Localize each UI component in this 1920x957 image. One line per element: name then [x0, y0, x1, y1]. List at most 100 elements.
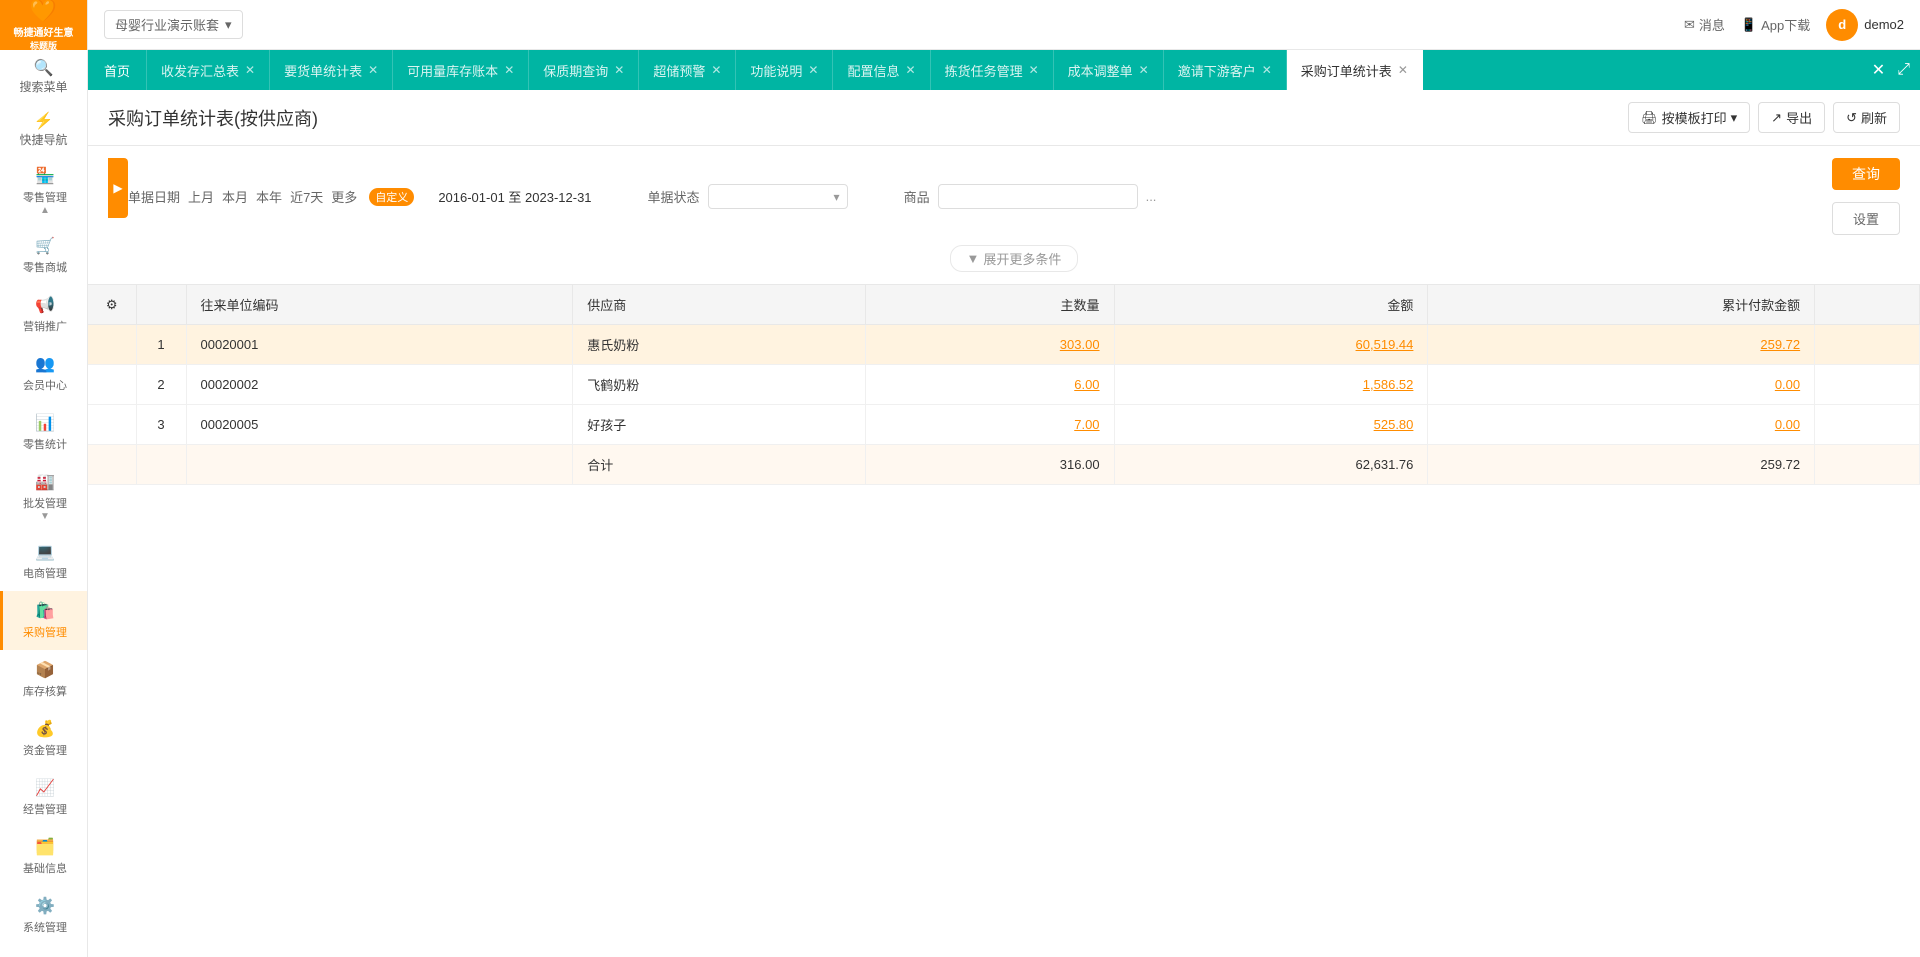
row-paid-link[interactable]: 259.72 — [1760, 337, 1800, 352]
tab-config[interactable]: 配置信息 ✕ — [833, 50, 930, 90]
refresh-button[interactable]: ↺ 刷新 — [1833, 102, 1900, 133]
sidebar-item-ecom[interactable]: 💻 电商管理 — [0, 532, 87, 591]
row-qty-link[interactable]: 6.00 — [1074, 377, 1099, 392]
tab-close-purchase-stat[interactable]: ✕ — [1398, 63, 1408, 77]
workspace-dropdown-icon: ▾ — [225, 17, 232, 33]
tab-function-desc[interactable]: 功能说明 ✕ — [736, 50, 833, 90]
row-num: 2 — [136, 365, 186, 405]
sidebar-item-retail[interactable]: 🏪 零售管理 ▲ — [0, 156, 87, 226]
tab-close-receive-summary[interactable]: ✕ — [245, 63, 255, 77]
workspace-selector[interactable]: 母婴行业演示账套 ▾ — [104, 10, 243, 39]
row-amount: 1,586.52 — [1114, 365, 1428, 405]
goods-input[interactable] — [938, 184, 1138, 209]
tab-purchase-stat[interactable]: 采购订单统计表 ✕ — [1287, 50, 1423, 90]
sidebar-item-member[interactable]: 👥 会员中心 — [0, 344, 87, 403]
query-button[interactable]: 查询 — [1832, 158, 1900, 190]
sidebar-item-operations[interactable]: 📈 经营管理 — [0, 768, 87, 827]
footer-extra — [1815, 445, 1920, 485]
status-label: 单据状态 — [648, 187, 700, 206]
app-download-btn[interactable]: 📱 App下载 — [1741, 15, 1810, 34]
tab-expiry[interactable]: 保质期查询 ✕ — [529, 50, 639, 90]
sidebar-item-retail-stat[interactable]: 📊 零售统计 — [0, 403, 87, 462]
row-supplier: 惠氏奶粉 — [573, 325, 866, 365]
app-logo: 🧡 畅捷通好生意 标题版 — [0, 0, 87, 50]
sidebar-item-finance[interactable]: 💰 资金管理 — [0, 709, 87, 768]
expand-icon: ▼ — [967, 251, 980, 266]
sidebar-shortcut[interactable]: ⚡ 快捷导航 — [0, 103, 87, 156]
row-paid: 259.72 — [1428, 325, 1815, 365]
th-code: 往来单位编码 — [186, 285, 573, 325]
date-filter: 单据日期 上月 本月 本年 近7天 更多 自定义 — [128, 187, 414, 206]
tab-close-all[interactable]: ✕ — [1870, 58, 1887, 82]
shortcut-this-year[interactable]: 本年 — [256, 187, 282, 206]
tab-close-cost-adjust[interactable]: ✕ — [1139, 63, 1149, 77]
row-paid-link[interactable]: 0.00 — [1775, 377, 1800, 392]
tab-close-overstock[interactable]: ✕ — [711, 63, 721, 77]
sidebar-item-system[interactable]: ⚙️ 系统管理 — [0, 886, 87, 945]
row-paid: 0.00 — [1428, 365, 1815, 405]
tab-close-available-inventory[interactable]: ✕ — [504, 63, 514, 77]
shortcut-7days[interactable]: 近7天 — [290, 187, 323, 206]
tab-available-inventory[interactable]: 可用量库存账本 ✕ — [393, 50, 529, 90]
row-supplier: 好孩子 — [573, 405, 866, 445]
sidebar-item-base[interactable]: 🗂️ 基础信息 — [0, 827, 87, 886]
tab-receive-summary[interactable]: 收发存汇总表 ✕ — [147, 50, 270, 90]
tab-close-invite-downstream[interactable]: ✕ — [1262, 63, 1272, 77]
sidebar-item-retail-mall[interactable]: 🛒 零售商城 — [0, 226, 87, 285]
sidebar-search-label: 搜索菜单 — [19, 78, 67, 95]
th-extra — [1815, 285, 1920, 325]
user-menu[interactable]: d demo2 — [1826, 9, 1904, 41]
tab-overstock[interactable]: 超储预警 ✕ — [639, 50, 736, 90]
sidebar-item-marketing[interactable]: 📢 营销推广 — [0, 285, 87, 344]
tab-close-expiry[interactable]: ✕ — [614, 63, 624, 77]
tab-cost-adjust[interactable]: 成本调整单 ✕ — [1054, 50, 1164, 90]
tab-home[interactable]: 首页 — [88, 50, 147, 90]
page-header: 采购订单统计表(按供应商) 🖨 按模板打印 ▾ ↗ 导出 ↺ 刷新 — [88, 90, 1920, 146]
filter-collapse-btn[interactable]: ▶ — [108, 158, 128, 218]
sidebar-item-wholesale[interactable]: 🏭 批发管理 ▼ — [0, 462, 87, 532]
app-download-label: App下载 — [1761, 15, 1810, 34]
expand-more-btn[interactable]: ▼ 展开更多条件 — [950, 245, 1079, 272]
page-header-actions: 🖨 按模板打印 ▾ ↗ 导出 ↺ 刷新 — [1628, 102, 1900, 145]
row-amount-link[interactable]: 525.80 — [1374, 417, 1414, 432]
shortcut-this-month[interactable]: 本月 — [222, 187, 248, 206]
message-btn[interactable]: ✉ 消息 — [1684, 15, 1725, 34]
row-amount-link[interactable]: 1,586.52 — [1363, 377, 1414, 392]
row-qty: 6.00 — [866, 365, 1115, 405]
row-qty-link[interactable]: 303.00 — [1060, 337, 1100, 352]
tab-close-picking-task[interactable]: ✕ — [1029, 63, 1039, 77]
row-supplier: 飞鹤奶粉 — [573, 365, 866, 405]
sidebar-item-inventory[interactable]: 📦 库存核算 — [0, 650, 87, 709]
row-extra — [1815, 325, 1920, 365]
shortcut-last-month[interactable]: 上月 — [188, 187, 214, 206]
row-extra — [1815, 405, 1920, 445]
settings-button[interactable]: 设置 — [1832, 202, 1900, 235]
tab-order-summary[interactable]: 要货单统计表 ✕ — [270, 50, 393, 90]
download-icon: 📱 — [1741, 17, 1757, 33]
tab-invite-downstream[interactable]: 邀请下游客户 ✕ — [1164, 50, 1287, 90]
tab-close-function-desc[interactable]: ✕ — [808, 63, 818, 77]
main-area: 母婴行业演示账套 ▾ ✉ 消息 📱 App下载 d demo2 首页 — [88, 0, 1920, 957]
row-qty-link[interactable]: 7.00 — [1074, 417, 1099, 432]
th-num — [136, 285, 186, 325]
column-settings-icon[interactable]: ⚙ — [106, 297, 118, 312]
tab-maximize[interactable]: ⤢ — [1895, 59, 1912, 81]
export-button[interactable]: ↗ 导出 — [1758, 102, 1825, 133]
footer-paid: 259.72 — [1428, 445, 1815, 485]
tab-picking-task[interactable]: 拣货任务管理 ✕ — [931, 50, 1054, 90]
goods-more-icon[interactable]: ... — [1146, 189, 1157, 204]
row-paid-link[interactable]: 0.00 — [1775, 417, 1800, 432]
sidebar-item-enterprise[interactable]: 🏢 企业协同 — [0, 945, 87, 957]
status-select[interactable]: 待审核 已审核 已关闭 — [708, 184, 848, 209]
row-amount-link[interactable]: 60,519.44 — [1356, 337, 1414, 352]
status-filter: 单据状态 待审核 已审核 已关闭 — [648, 184, 848, 209]
table-row: 3 00020005 好孩子 7.00 525.80 0.00 — [88, 405, 1920, 445]
row-qty: 7.00 — [866, 405, 1115, 445]
shortcut-more[interactable]: 更多 — [331, 187, 357, 206]
sidebar-item-purchase[interactable]: 🛍️ 采购管理 — [0, 591, 87, 650]
sidebar-search[interactable]: 🔍 搜索菜单 — [0, 50, 87, 103]
tab-close-config[interactable]: ✕ — [906, 63, 916, 77]
row-code: 00020005 — [186, 405, 573, 445]
tab-close-order-summary[interactable]: ✕ — [368, 63, 378, 77]
print-button[interactable]: 🖨 按模板打印 ▾ — [1628, 102, 1750, 133]
